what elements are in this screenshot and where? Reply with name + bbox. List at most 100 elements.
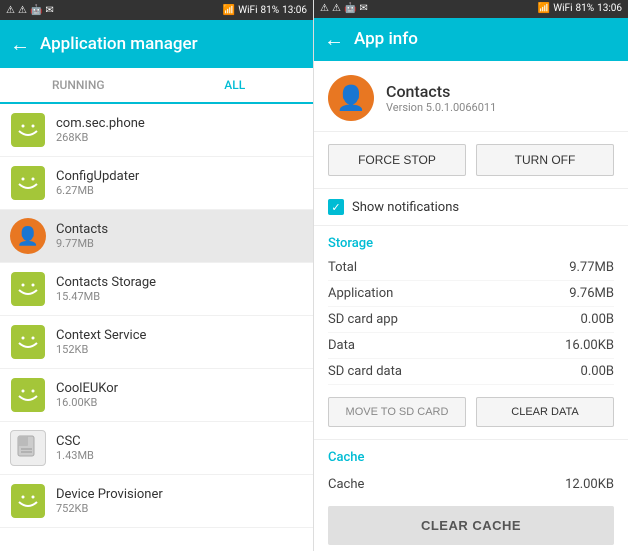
tab-all[interactable]: ALL — [157, 68, 314, 104]
storage-label-sdcard-app: SD card app — [328, 312, 398, 327]
storage-row-sdcard-app: SD card app 0.00B — [328, 307, 614, 333]
app-size: 268KB — [56, 131, 145, 144]
list-item[interactable]: Device Provisioner 752KB — [0, 475, 313, 528]
left-toolbar-title: Application manager — [40, 34, 198, 54]
app-info-cooleukor: CoolEUKor 16.00KB — [56, 381, 118, 409]
app-icon-device-provisioner — [10, 483, 46, 519]
cache-value: 12.00KB — [565, 477, 614, 492]
clear-data-button[interactable]: CLEAR DATA — [476, 397, 614, 427]
app-info-contacts: Contacts 9.77MB — [56, 222, 108, 250]
app-info-text: Contacts Version 5.0.1.0066011 — [386, 82, 496, 114]
contacts-avatar-icon: 👤 — [10, 218, 46, 254]
app-size: 1.43MB — [56, 449, 94, 462]
app-size: 6.27MB — [56, 184, 139, 197]
message-icon: ✉ — [45, 5, 53, 16]
app-icon-contacts-storage — [10, 271, 46, 307]
warning-icon3: ⚠ — [320, 3, 329, 14]
left-status-right: 📶 WiFi 81% 13:06 — [223, 5, 307, 16]
storage-row-data: Data 16.00KB — [328, 333, 614, 359]
app-name: ConfigUpdater — [56, 169, 139, 184]
csc-document-icon — [10, 430, 46, 466]
tab-running[interactable]: RUNNING — [0, 68, 157, 102]
storage-row-sdcard-data: SD card data 0.00B — [328, 359, 614, 385]
right-panel: ⚠ ⚠ 🤖 ✉ 📶 WiFi 81% 13:06 ← App info 👤 Co… — [314, 0, 628, 551]
left-tabs: RUNNING ALL — [0, 68, 313, 104]
force-stop-button[interactable]: FORCE STOP — [328, 144, 466, 176]
app-icon-contacts: 👤 — [10, 218, 46, 254]
list-item[interactable]: Contacts Storage 15.47MB — [0, 263, 313, 316]
app-version: Version 5.0.1.0066011 — [386, 101, 496, 114]
app-name: Context Service — [56, 328, 146, 343]
list-item[interactable]: ConfigUpdater 6.27MB — [0, 157, 313, 210]
right-toolbar-title: App info — [354, 29, 418, 49]
storage-value-sdcard-app: 0.00B — [581, 312, 614, 327]
storage-label-application: Application — [328, 286, 393, 301]
storage-buttons: MOVE TO SD CARD CLEAR DATA — [314, 385, 628, 439]
app-info-contacts-storage: Contacts Storage 15.47MB — [56, 275, 156, 303]
clear-cache-button[interactable]: CLEAR CACHE — [328, 506, 614, 545]
list-item[interactable]: CSC 1.43MB — [0, 422, 313, 475]
storage-label-sdcard-data: SD card data — [328, 364, 402, 379]
app-icon-comsecphone — [10, 112, 46, 148]
app-info-header: 👤 Contacts Version 5.0.1.0066011 — [314, 61, 628, 132]
warning-icon2: ⚠ — [18, 5, 27, 16]
app-icon-csc — [10, 430, 46, 466]
app-name: Device Provisioner — [56, 487, 163, 502]
right-toolbar: ← App info — [314, 18, 628, 61]
notifications-row[interactable]: ✓ Show notifications — [314, 189, 628, 226]
cache-row: Cache 12.00KB — [314, 469, 628, 500]
app-info-device-provisioner: Device Provisioner 752KB — [56, 487, 163, 515]
app-name: Contacts — [56, 222, 108, 237]
app-size: 9.77MB — [56, 237, 108, 250]
left-status-bar: ⚠ ⚠ 🤖 ✉ 📶 WiFi 81% 13:06 — [0, 0, 313, 20]
right-status-bar: ⚠ ⚠ 🤖 ✉ 📶 WiFi 81% 13:06 — [314, 0, 628, 18]
cache-section-title: Cache — [314, 440, 628, 469]
time-right: 13:06 — [597, 3, 622, 14]
cache-section: Cache Cache 12.00KB CLEAR CACHE — [314, 439, 628, 551]
app-info-csc: CSC 1.43MB — [56, 434, 94, 462]
left-back-button[interactable]: ← — [10, 32, 30, 57]
app-name: CoolEUKor — [56, 381, 118, 396]
storage-row-total: Total 9.77MB — [328, 255, 614, 281]
left-status-icons: ⚠ ⚠ 🤖 ✉ — [6, 5, 54, 16]
storage-label-data: Data — [328, 338, 355, 353]
app-name: CSC — [56, 434, 94, 449]
storage-row-application: Application 9.76MB — [328, 281, 614, 307]
message-icon2: ✉ — [359, 3, 367, 14]
warning-icon: ⚠ — [6, 5, 15, 16]
storage-value-data: 16.00KB — [565, 338, 614, 353]
move-to-sd-button[interactable]: MOVE TO SD CARD — [328, 397, 466, 427]
app-contacts-icon: 👤 — [328, 75, 374, 121]
app-info-comsecphone: com.sec.phone 268KB — [56, 116, 145, 144]
list-item[interactable]: CoolEUKor 16.00KB — [0, 369, 313, 422]
storage-value-total: 9.77MB — [569, 260, 614, 275]
notifications-label: Show notifications — [352, 200, 459, 215]
storage-table: Total 9.77MB Application 9.76MB SD card … — [314, 255, 628, 385]
app-name: com.sec.phone — [56, 116, 145, 131]
storage-section-title: Storage — [314, 226, 628, 255]
app-size: 15.47MB — [56, 290, 156, 303]
signal-icon2: 📶 — [538, 3, 550, 14]
cache-label: Cache — [328, 477, 364, 492]
wifi-icon2: WiFi — [553, 3, 572, 14]
app-icon-configupdater — [10, 165, 46, 201]
signal-icon: 📶 — [223, 5, 235, 16]
time-left: 13:06 — [282, 5, 307, 16]
list-item[interactable]: Context Service 152KB — [0, 316, 313, 369]
app-info-context-service: Context Service 152KB — [56, 328, 146, 356]
left-toolbar: ← Application manager — [0, 20, 313, 68]
right-status-icons: ⚠ ⚠ 🤖 ✉ — [320, 3, 368, 14]
app-size: 152KB — [56, 343, 146, 356]
app-name: Contacts Storage — [56, 275, 156, 290]
turn-off-button[interactable]: TURN OFF — [476, 144, 614, 176]
list-item-contacts[interactable]: 👤 Contacts 9.77MB — [0, 210, 313, 263]
list-item[interactable]: com.sec.phone 268KB — [0, 104, 313, 157]
notifications-checkbox[interactable]: ✓ — [328, 199, 344, 215]
warning-icon4: ⚠ — [332, 3, 341, 14]
storage-value-sdcard-data: 0.00B — [581, 364, 614, 379]
storage-value-application: 9.76MB — [569, 286, 614, 301]
app-size: 752KB — [56, 502, 163, 515]
android-icon2: 🤖 — [344, 3, 356, 14]
app-list: com.sec.phone 268KB ConfigUpdater 6.27MB — [0, 104, 313, 551]
right-back-button[interactable]: ← — [324, 27, 344, 52]
